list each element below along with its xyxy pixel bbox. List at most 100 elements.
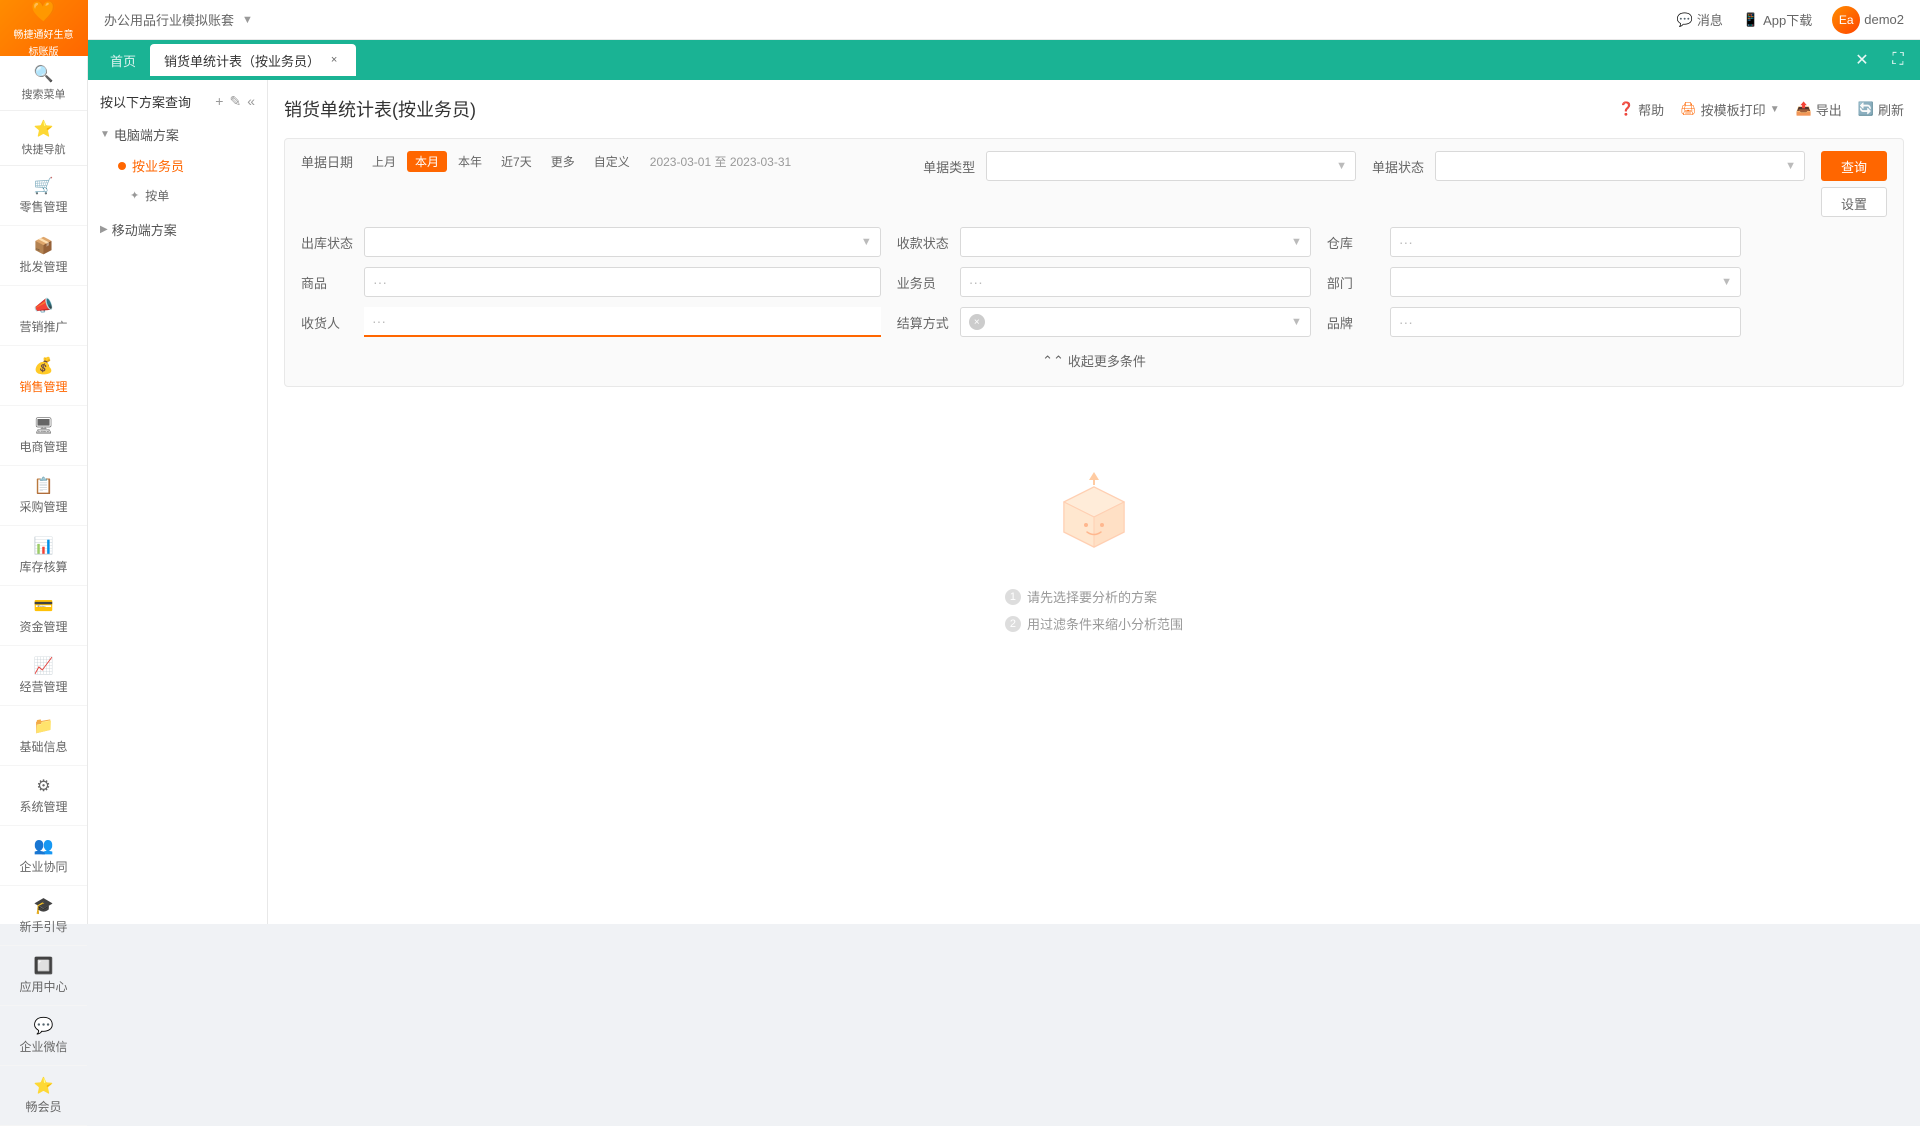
payment-label: 收款状态: [897, 233, 952, 252]
member-icon: ⭐: [34, 1076, 54, 1096]
app-logo[interactable]: 🧡 畅捷通好生意 标账版: [0, 0, 88, 56]
settings-btn[interactable]: 设置: [1821, 187, 1887, 217]
doc-type-dropdown-icon: ▼: [1336, 160, 1347, 172]
sidebar-item-finance[interactable]: 💳 资金管理: [0, 586, 87, 646]
sidebar-item-newbie[interactable]: 🎓 新手引导: [0, 886, 87, 946]
date-tab-this-month[interactable]: 本月: [407, 151, 447, 172]
message-icon: 💬: [1677, 12, 1693, 28]
export-label: 导出: [1816, 100, 1842, 119]
settlement-select[interactable]: × ▼: [960, 307, 1311, 337]
date-tab-more[interactable]: 更多: [543, 151, 583, 172]
quick-nav-label: 快捷导航: [22, 141, 66, 157]
sidebar-item-inventory-label: 库存核算: [19, 558, 67, 575]
app-download-btn[interactable]: 📱 App下载: [1743, 10, 1812, 29]
collapse-panel-btn[interactable]: «: [247, 93, 255, 110]
search-menu-btn[interactable]: 🔍 搜索菜单: [0, 56, 87, 111]
sidebar-item-base[interactable]: 📁 基础信息: [0, 706, 87, 766]
breadcrumb-dropdown-icon[interactable]: ▼: [242, 14, 253, 26]
desktop-section-header[interactable]: ▼ 电脑端方案: [88, 119, 267, 150]
tab-bar-actions: ✕ ⛶: [1848, 46, 1912, 74]
message-btn[interactable]: 💬 消息: [1677, 10, 1723, 29]
help-icon: ❓: [1618, 101, 1634, 117]
mobile-section-header[interactable]: ▶ 移动端方案: [88, 214, 267, 245]
sidebar-item-member[interactable]: ⭐ 畅会员: [0, 1066, 87, 1126]
payment-select[interactable]: ▼: [960, 227, 1311, 257]
sidebar-item-retail[interactable]: 🛒 零售管理: [0, 166, 87, 226]
sidebar-item-inventory[interactable]: 📊 库存核算: [0, 526, 87, 586]
date-tab-7days[interactable]: 近7天: [493, 151, 540, 172]
help-label: 帮助: [1638, 100, 1664, 119]
tab-active[interactable]: 销货单统计表（按业务员） ×: [150, 44, 356, 76]
receiver-input[interactable]: ···: [364, 307, 881, 337]
doc-status-select[interactable]: ▼: [1435, 151, 1805, 181]
sidebar-item-ecom[interactable]: 🖥 电商管理: [0, 406, 87, 466]
sidebar-item-purchase-label: 采购管理: [19, 498, 67, 515]
content-area: 按以下方案查询 + ✎ « ▼ 电脑端方案 按业务员 ✦: [88, 80, 1920, 924]
settlement-clear-btn[interactable]: ×: [969, 314, 985, 330]
user-profile[interactable]: Ea demo2: [1832, 6, 1904, 34]
warehouse-more-icon: ···: [1399, 234, 1413, 250]
sidebar-item-operation[interactable]: 📈 经营管理: [0, 646, 87, 706]
help-btn[interactable]: ❓ 帮助: [1618, 100, 1664, 119]
print-template-btn[interactable]: 🖨 按模板打印 ▼: [1680, 100, 1779, 119]
stock-out-select[interactable]: ▼: [364, 227, 881, 257]
warehouse-input[interactable]: ···: [1390, 227, 1741, 257]
empty-state-step1: 1 请先选择要分析的方案: [1005, 587, 1183, 606]
settlement-dropdown-icon: ▼: [1291, 316, 1302, 328]
step2-num: 2: [1005, 616, 1021, 632]
sidebar-item-operation-label: 经营管理: [19, 678, 67, 695]
sidebar-item-wechat-label: 企业微信: [19, 1038, 67, 1055]
empty-illustration: [1044, 467, 1144, 567]
doc-type-select[interactable]: ▼: [986, 151, 1356, 181]
tab-maximize-btn[interactable]: ⛶: [1884, 46, 1912, 74]
salesperson-input[interactable]: ···: [960, 267, 1311, 297]
date-tab-custom[interactable]: 自定义: [586, 151, 638, 172]
minimize-icon: ✕: [1855, 50, 1868, 70]
header-right: 💬 消息 📱 App下载 Ea demo2: [1677, 6, 1904, 34]
query-btn[interactable]: 查询: [1821, 151, 1887, 181]
brand-input[interactable]: ···: [1390, 307, 1741, 337]
message-label: 消息: [1697, 10, 1723, 29]
sidebar-item-system[interactable]: ⚙ 系统管理: [0, 766, 87, 826]
sidebar-item-wholesale[interactable]: 📦 批发管理: [0, 226, 87, 286]
panel-title-actions: + ✎ «: [215, 93, 255, 110]
department-label: 部门: [1327, 273, 1382, 292]
sidebar-item-marketing[interactable]: 📣 营销推广: [0, 286, 87, 346]
refresh-btn[interactable]: 🔄 刷新: [1858, 100, 1904, 119]
logo-text: 畅捷通好生意: [14, 26, 74, 41]
doc-type-label: 单据类型: [923, 157, 978, 176]
quick-nav-btn[interactable]: ⭐ 快捷导航: [0, 111, 87, 166]
nav-icon: ⭐: [34, 119, 54, 139]
department-select[interactable]: ▼: [1390, 267, 1741, 297]
print-label: 按模板打印: [1701, 100, 1766, 119]
date-tab-this-year[interactable]: 本年: [450, 151, 490, 172]
edit-scheme-btn[interactable]: ✎: [229, 93, 241, 110]
collapse-btn[interactable]: ⌃⌃ 收起更多条件: [1030, 347, 1158, 374]
sidebar-item-newbie-label: 新手引导: [19, 918, 67, 935]
scheme-by-order[interactable]: ✦ 按单: [88, 181, 267, 210]
receiver-more-icon: ···: [372, 313, 386, 329]
tab-home-label: 首页: [110, 51, 136, 70]
operation-icon: 📈: [34, 656, 54, 676]
tab-close-btn[interactable]: ×: [326, 52, 342, 68]
sidebar-item-member-label: 畅会员: [25, 1098, 61, 1115]
date-range-display: 2023-03-01 至 2023-03-31: [650, 153, 791, 170]
stock-out-label: 出库状态: [301, 233, 356, 252]
goods-input[interactable]: ···: [364, 267, 881, 297]
desktop-section-label: 电脑端方案: [114, 125, 179, 144]
sidebar-item-enterprise[interactable]: 👥 企业协同: [0, 826, 87, 886]
add-scheme-btn[interactable]: +: [215, 93, 223, 110]
sidebar-item-sales[interactable]: 💰 销售管理: [0, 346, 87, 406]
scheme-by-order-label: 按单: [145, 187, 169, 204]
sidebar-item-apps[interactable]: 🔲 应用中心: [0, 946, 87, 1006]
sidebar-item-purchase[interactable]: 📋 采购管理: [0, 466, 87, 526]
brand-more-icon: ···: [1399, 314, 1413, 330]
tab-minimize-btn[interactable]: ✕: [1848, 46, 1876, 74]
tab-home[interactable]: 首页: [96, 44, 150, 76]
search-menu-label: 搜索菜单: [22, 86, 66, 102]
maximize-icon: ⛶: [1892, 51, 1903, 69]
export-btn[interactable]: 📤 导出: [1796, 100, 1842, 119]
date-tab-last-month[interactable]: 上月: [364, 151, 404, 172]
sidebar-item-wechat[interactable]: 💬 企业微信: [0, 1006, 87, 1066]
scheme-salesperson[interactable]: 按业务员: [88, 150, 267, 181]
